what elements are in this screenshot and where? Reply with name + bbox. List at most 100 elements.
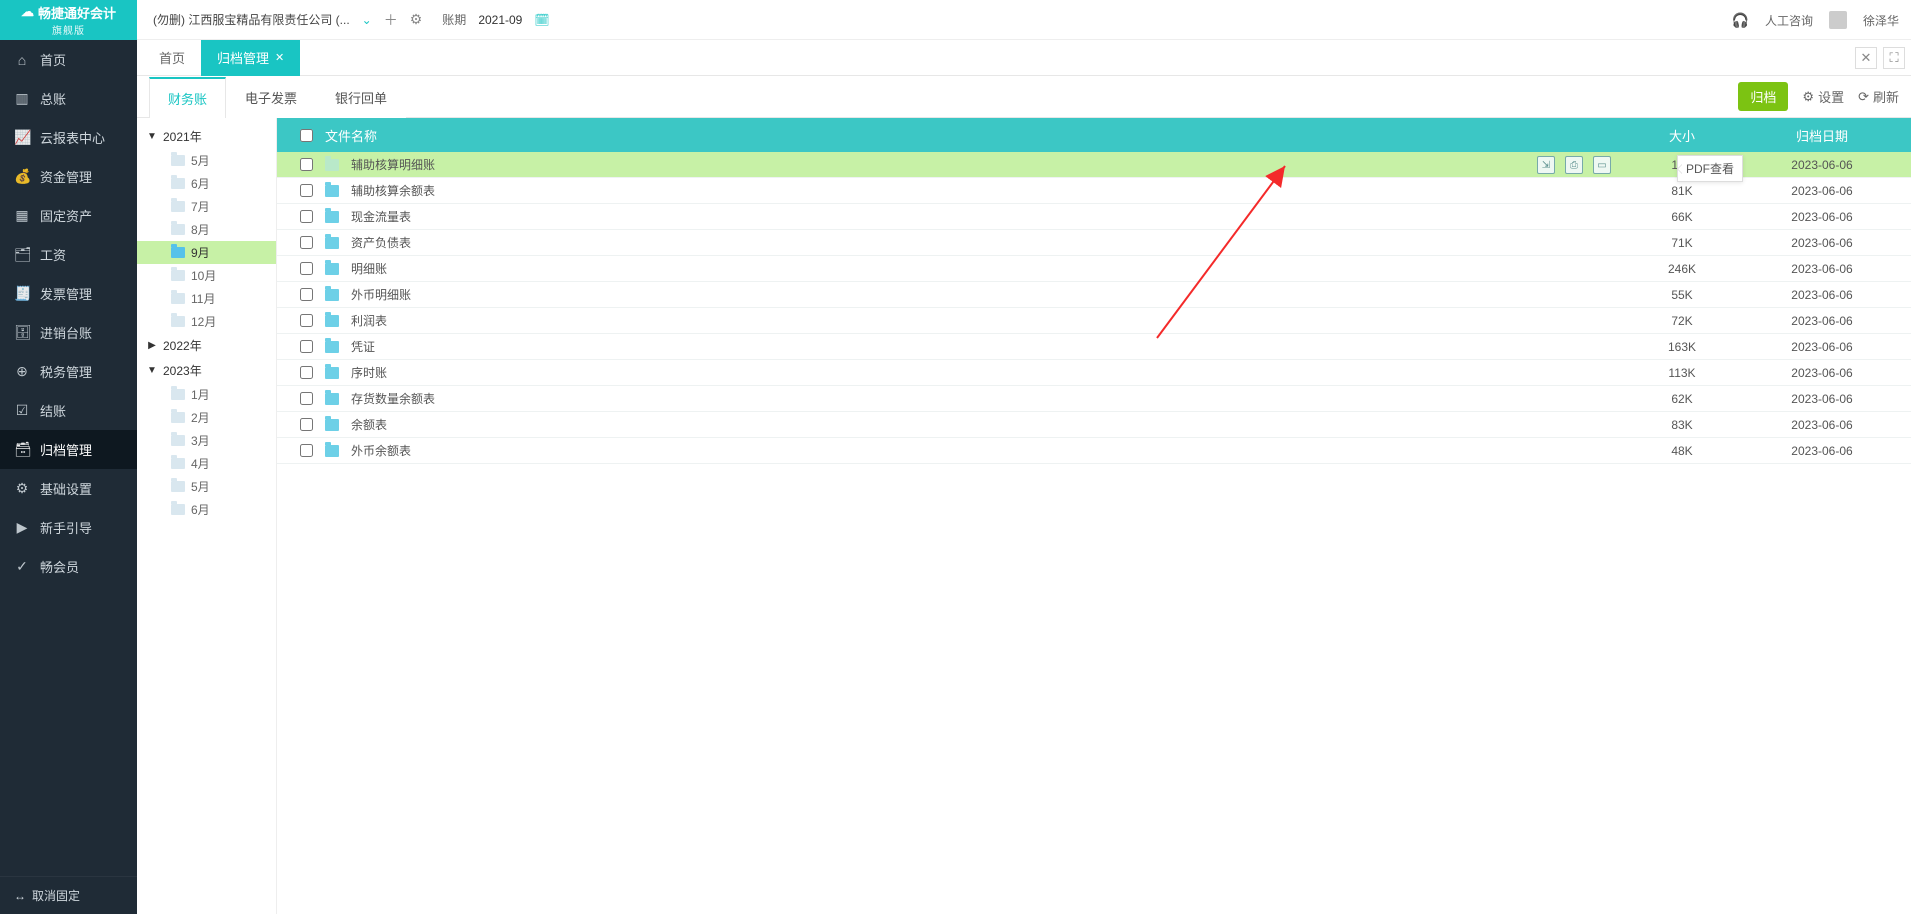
file-row-0[interactable]: 辅助核算明细账16K2023-06-06⇲⎙▭PDF查看 bbox=[277, 152, 1911, 178]
row-checkbox[interactable] bbox=[300, 340, 313, 353]
sidebar-item-10[interactable]: 🗃归档管理 bbox=[0, 430, 137, 469]
sidebar-item-6[interactable]: 🧾发票管理 bbox=[0, 274, 137, 313]
sidebar-item-4[interactable]: ▦固定资产 bbox=[0, 196, 137, 235]
nav-label: 新手引导 bbox=[40, 518, 92, 537]
row-checkbox[interactable] bbox=[300, 158, 313, 171]
tree-month-2-3[interactable]: 4月 bbox=[137, 452, 276, 475]
file-name: 凭证 bbox=[351, 338, 375, 355]
tree-month-2-0[interactable]: 1月 bbox=[137, 383, 276, 406]
tree-month-0-0[interactable]: 5月 bbox=[137, 149, 276, 172]
calendar-icon[interactable]: 🗓 bbox=[534, 13, 549, 27]
download-excel-icon[interactable]: ⇲ bbox=[1537, 156, 1555, 174]
row-checkbox[interactable] bbox=[300, 314, 313, 327]
sidebar-item-2[interactable]: 📈云报表中心 bbox=[0, 118, 137, 157]
tree-month-0-1[interactable]: 6月 bbox=[137, 172, 276, 195]
refresh-link[interactable]: ⟳ 刷新 bbox=[1858, 87, 1899, 106]
row-checkbox[interactable] bbox=[300, 288, 313, 301]
unpin-button[interactable]: ↔ 取消固定 bbox=[0, 876, 137, 914]
nav-label: 固定资产 bbox=[40, 206, 92, 225]
sidebar-item-11[interactable]: ⚙基础设置 bbox=[0, 469, 137, 508]
folder-icon bbox=[171, 224, 185, 235]
tree-month-0-4[interactable]: 9月 bbox=[137, 241, 276, 264]
file-name: 存货数量余额表 bbox=[351, 390, 435, 407]
brand-block: ☁ 畅捷通好会计 旗舰版 bbox=[0, 0, 137, 40]
tree-year-0[interactable]: ▼2021年 bbox=[137, 124, 276, 149]
company-selector[interactable]: (勿删) 江西服宝精品有限责任公司 (... bbox=[153, 11, 350, 28]
support-link[interactable]: 人工咨询 bbox=[1765, 12, 1813, 29]
row-checkbox[interactable] bbox=[300, 262, 313, 275]
file-row-3[interactable]: 资产负债表71K2023-06-06 bbox=[277, 230, 1911, 256]
col-date-label: 归档日期 bbox=[1796, 129, 1848, 144]
nav-icon: 🗃 bbox=[14, 441, 30, 458]
tree-month-0-5[interactable]: 10月 bbox=[137, 264, 276, 287]
tree-month-0-2[interactable]: 7月 bbox=[137, 195, 276, 218]
add-icon[interactable]: ＋ bbox=[384, 10, 398, 30]
row-checkbox[interactable] bbox=[300, 184, 313, 197]
download-pdf-icon[interactable]: ⎙ bbox=[1565, 156, 1583, 174]
row-checkbox[interactable] bbox=[300, 418, 313, 431]
archive-button[interactable]: 归档 bbox=[1738, 82, 1788, 111]
tree-month-2-5[interactable]: 6月 bbox=[137, 498, 276, 521]
fullscreen-button[interactable]: ⛶ bbox=[1883, 47, 1905, 69]
sidebar-item-13[interactable]: ✓畅会员 bbox=[0, 547, 137, 586]
sidebar-item-7[interactable]: 🗄进销台账 bbox=[0, 313, 137, 352]
settings-link[interactable]: ⚙ 设置 bbox=[1802, 87, 1844, 106]
nav-label: 畅会员 bbox=[40, 557, 79, 576]
close-all-tabs-button[interactable]: ✕ bbox=[1855, 47, 1877, 69]
tab-close-icon[interactable]: ✕ bbox=[275, 51, 284, 64]
page-tabs: 首页归档管理✕ ✕ ⛶ bbox=[137, 40, 1911, 76]
sidebar-item-12[interactable]: ▶新手引导 bbox=[0, 508, 137, 547]
file-row-2[interactable]: 现金流量表66K2023-06-06 bbox=[277, 204, 1911, 230]
folder-icon bbox=[325, 367, 339, 379]
pdf-view-icon[interactable]: ▭ bbox=[1593, 156, 1611, 174]
row-checkbox[interactable] bbox=[300, 210, 313, 223]
file-date: 2023-06-06 bbox=[1747, 418, 1897, 432]
row-checkbox[interactable] bbox=[300, 392, 313, 405]
tree-month-0-6[interactable]: 11月 bbox=[137, 287, 276, 310]
period-value[interactable]: 2021-09 bbox=[478, 13, 522, 27]
company-settings-icon[interactable]: ⚙ bbox=[410, 11, 423, 28]
tree-month-2-2[interactable]: 3月 bbox=[137, 429, 276, 452]
row-checkbox[interactable] bbox=[300, 444, 313, 457]
file-row-10[interactable]: 余额表83K2023-06-06 bbox=[277, 412, 1911, 438]
sidebar-item-8[interactable]: ⊕税务管理 bbox=[0, 352, 137, 391]
tree-year-2[interactable]: ▼2023年 bbox=[137, 358, 276, 383]
folder-icon bbox=[171, 412, 185, 423]
nav-label: 资金管理 bbox=[40, 167, 92, 186]
sidebar-item-1[interactable]: ▥总账 bbox=[0, 79, 137, 118]
file-row-8[interactable]: 序时账113K2023-06-06 bbox=[277, 360, 1911, 386]
row-checkbox[interactable] bbox=[300, 236, 313, 249]
sidebar-item-5[interactable]: 🗂工资 bbox=[0, 235, 137, 274]
file-name: 余额表 bbox=[351, 416, 387, 433]
sub-tab-1[interactable]: 电子发票 bbox=[226, 77, 316, 118]
tree-year-1[interactable]: ▶2022年 bbox=[137, 333, 276, 358]
username[interactable]: 徐泽华 bbox=[1863, 12, 1899, 29]
page-tab-0[interactable]: 首页 bbox=[143, 40, 201, 76]
tree-month-0-3[interactable]: 8月 bbox=[137, 218, 276, 241]
select-all-checkbox[interactable] bbox=[300, 129, 313, 142]
file-row-9[interactable]: 存货数量余额表62K2023-06-06 bbox=[277, 386, 1911, 412]
sidebar-item-9[interactable]: ☑结账 bbox=[0, 391, 137, 430]
nav-label: 发票管理 bbox=[40, 284, 92, 303]
file-row-1[interactable]: 辅助核算余额表81K2023-06-06 bbox=[277, 178, 1911, 204]
avatar-icon[interactable] bbox=[1829, 11, 1847, 29]
file-row-11[interactable]: 外币余额表48K2023-06-06 bbox=[277, 438, 1911, 464]
tree-month-0-7[interactable]: 12月 bbox=[137, 310, 276, 333]
sub-tab-2[interactable]: 银行回单 bbox=[316, 77, 406, 118]
file-name: 辅助核算余额表 bbox=[351, 182, 435, 199]
headset-icon[interactable]: 🎧 bbox=[1732, 12, 1749, 29]
chevron-down-icon[interactable]: ⌄ bbox=[362, 13, 372, 27]
sidebar-item-3[interactable]: 💰资金管理 bbox=[0, 157, 137, 196]
tree-month-2-1[interactable]: 2月 bbox=[137, 406, 276, 429]
sub-tab-0[interactable]: 财务账 bbox=[149, 77, 226, 118]
folder-icon bbox=[325, 419, 339, 431]
file-row-4[interactable]: 明细账246K2023-06-06 bbox=[277, 256, 1911, 282]
row-checkbox[interactable] bbox=[300, 366, 313, 379]
folder-icon bbox=[171, 504, 185, 515]
tree-month-2-4[interactable]: 5月 bbox=[137, 475, 276, 498]
file-row-6[interactable]: 利润表72K2023-06-06 bbox=[277, 308, 1911, 334]
file-row-7[interactable]: 凭证163K2023-06-06 bbox=[277, 334, 1911, 360]
sidebar-item-0[interactable]: ⌂首页 bbox=[0, 40, 137, 79]
file-row-5[interactable]: 外币明细账55K2023-06-06 bbox=[277, 282, 1911, 308]
page-tab-1[interactable]: 归档管理✕ bbox=[201, 40, 300, 76]
